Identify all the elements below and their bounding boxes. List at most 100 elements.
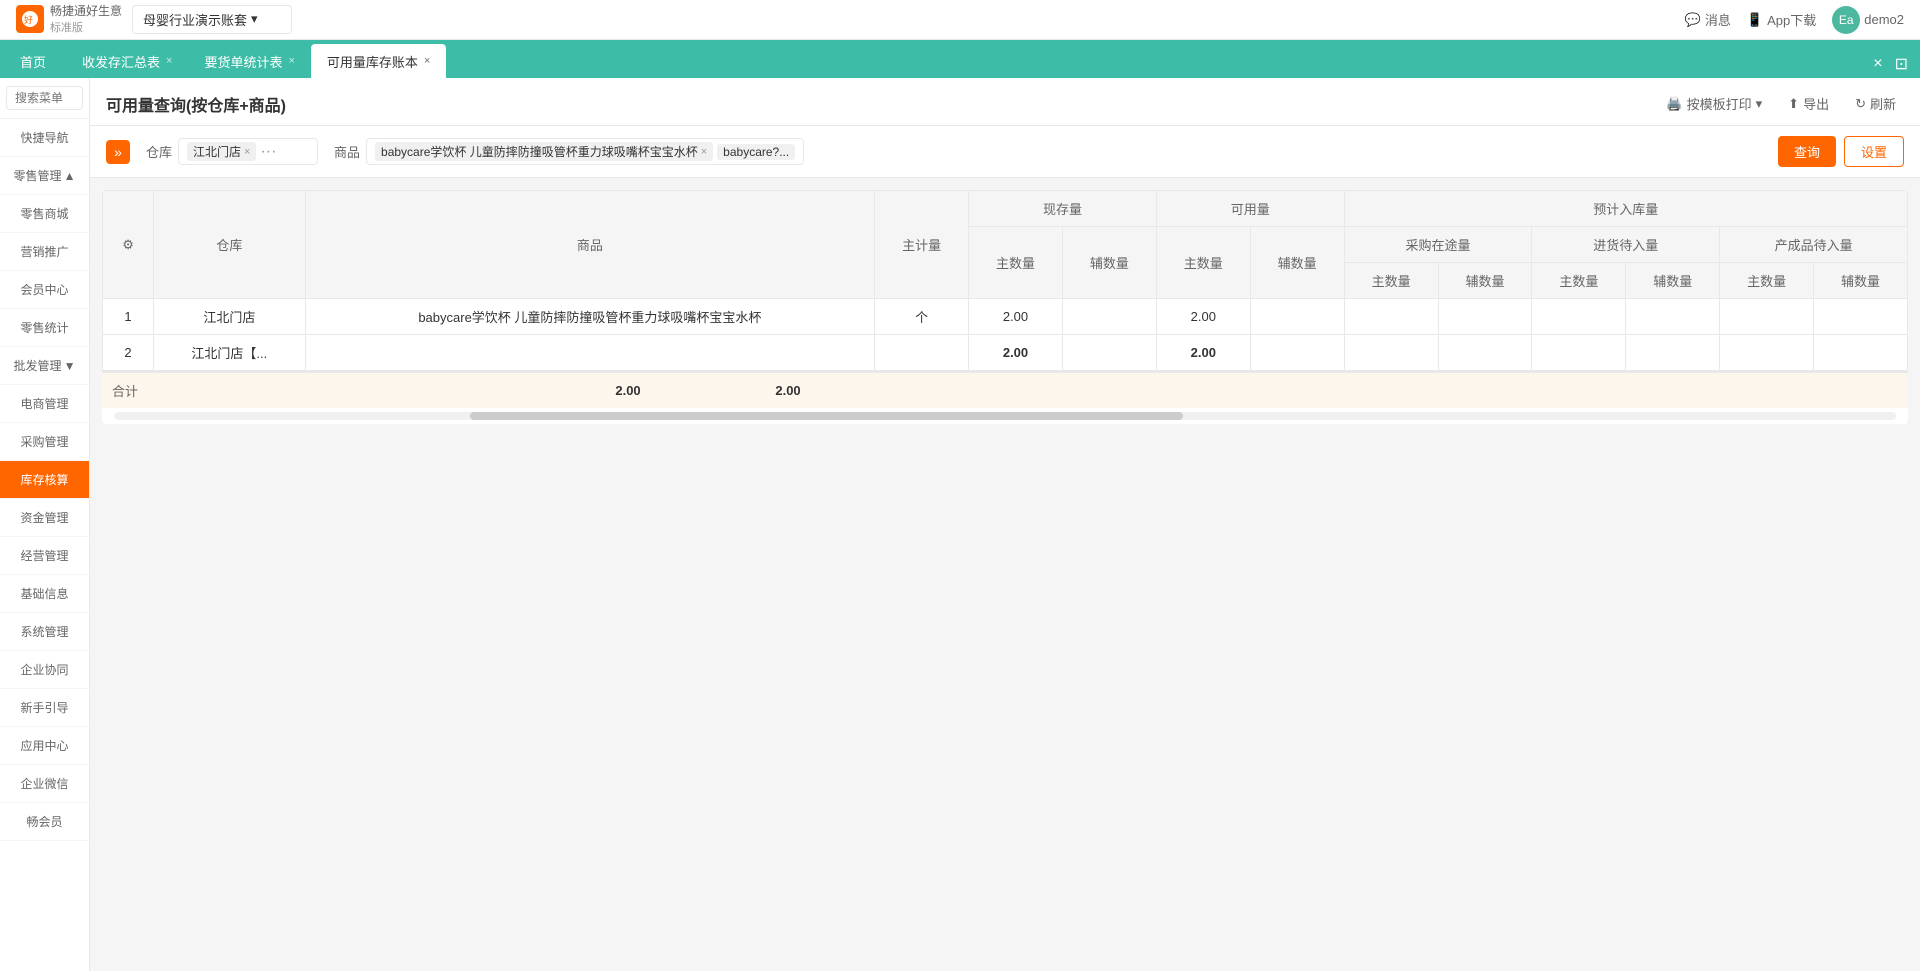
- sidebar-item-new-guide[interactable]: 新手引导: [0, 689, 89, 727]
- avatar: Ea: [1832, 6, 1860, 34]
- close-all-btn[interactable]: ×: [1869, 51, 1886, 77]
- row2-pp-main: [1532, 335, 1626, 371]
- footer-available-main: 2.00: [748, 383, 828, 398]
- warehouse-tag-label: 江北门店: [193, 143, 241, 160]
- th-product-pending: 产成品待入量: [1720, 227, 1908, 263]
- warehouse-label: 仓库: [146, 142, 172, 161]
- th-main-unit: 主计量: [875, 191, 969, 299]
- tab-home[interactable]: 首页: [0, 44, 66, 78]
- user-menu[interactable]: Ea demo2: [1832, 6, 1904, 34]
- restore-btn[interactable]: ⊡: [1891, 50, 1912, 78]
- logo-sub: 标准版: [50, 19, 122, 35]
- wholesale-label: 批发管理: [14, 357, 62, 374]
- export-btn[interactable]: ⬆ 导出: [1780, 90, 1837, 117]
- tab-receive-summary[interactable]: 收发存汇总表 ×: [66, 44, 188, 78]
- top-bar-right: 💬 消息 📱 App下载 Ea demo2: [1685, 6, 1904, 34]
- sidebar-item-retail-mgmt[interactable]: 零售管理 ▲: [0, 157, 89, 195]
- sidebar-item-app-center[interactable]: 应用中心: [0, 727, 89, 765]
- product-tag-babycare: babycare学饮杯 儿童防摔防撞吸管杯重力球吸嘴杯宝宝水杯 ×: [375, 142, 713, 161]
- sidebar-item-ecommerce[interactable]: 电商管理: [0, 385, 89, 423]
- basic-info-label: 基础信息: [20, 587, 68, 601]
- sidebar-item-quick-nav[interactable]: 快捷导航: [0, 119, 89, 157]
- wholesale-arrow: ▼: [64, 359, 76, 373]
- sidebar-item-marketing[interactable]: 营销推广: [0, 233, 89, 271]
- retail-mgmt-arrow: ▲: [64, 169, 76, 183]
- sidebar-item-enterprise-collab[interactable]: 企业协同: [0, 651, 89, 689]
- tab-order-close[interactable]: ×: [288, 55, 294, 67]
- warehouse-tags-input[interactable]: 江北门店 × ···: [178, 138, 318, 165]
- row2-warehouse: 江北门店【...: [154, 335, 306, 371]
- th-planned-inbound: 预计入库量: [1344, 191, 1907, 227]
- row1-current-aux: [1062, 299, 1156, 335]
- tab-order-stats[interactable]: 要货单统计表 ×: [188, 44, 310, 78]
- print-btn[interactable]: 🖨️ 按模板打印 ▾: [1658, 90, 1770, 117]
- warehouse-tag-close[interactable]: ×: [244, 146, 250, 158]
- product-tag-close[interactable]: ×: [701, 146, 707, 158]
- sidebar-item-inventory[interactable]: 库存核算: [0, 461, 89, 499]
- marketing-label: 营销推广: [20, 245, 68, 259]
- warehouse-more-dots[interactable]: ···: [260, 143, 276, 161]
- top-bar-left: 好 畅捷通好生意 标准版 母婴行业演示账套 ▾: [16, 4, 292, 34]
- query-btn[interactable]: 查询: [1778, 136, 1836, 167]
- sidebar-item-operations[interactable]: 经营管理: [0, 537, 89, 575]
- messages-btn[interactable]: 💬 消息: [1685, 10, 1731, 29]
- th-prod-aux: 辅数量: [1814, 263, 1908, 299]
- refresh-label: 刷新: [1870, 94, 1896, 113]
- product-tags-input[interactable]: babycare学饮杯 儿童防摔防撞吸管杯重力球吸嘴杯宝宝水杯 × babyca…: [366, 138, 804, 165]
- scrollbar-thumb[interactable]: [470, 412, 1183, 420]
- user-name: demo2: [1864, 12, 1904, 27]
- th-pp-main: 主数量: [1532, 263, 1626, 299]
- expand-filter-btn[interactable]: »: [106, 140, 130, 164]
- row1-prod-aux: [1814, 299, 1908, 335]
- member-label: 畅会员: [26, 815, 62, 829]
- purchase-mgmt-label: 采购管理: [20, 435, 68, 449]
- sidebar-item-retail-stats[interactable]: 零售统计: [0, 309, 89, 347]
- user-initials: Ea: [1839, 13, 1854, 27]
- app-download-btn[interactable]: 📱 App下载: [1747, 10, 1816, 29]
- table-area: ⚙ 仓库 商品 主计量 现存量 可用量 预计入库量 主数量 辅数量 主数量: [90, 178, 1920, 436]
- tab-available-inventory[interactable]: 可用量库存账本 ×: [311, 44, 446, 78]
- th-pp-aux: 辅数量: [1626, 263, 1720, 299]
- sidebar-item-purchase-mgmt[interactable]: 采购管理: [0, 423, 89, 461]
- product-tag2-label: babycare?...: [723, 145, 789, 159]
- row2-num: 2: [103, 335, 154, 371]
- th-avail-main: 主数量: [1156, 227, 1250, 299]
- tab-receive-close[interactable]: ×: [166, 55, 172, 67]
- main-layout: 快捷导航 零售管理 ▲ 零售商城 营销推广 会员中心 零售统计 批发管理 ▼ 电…: [0, 78, 1920, 971]
- sys-mgmt-label: 系统管理: [20, 625, 68, 639]
- sidebar-item-retail-mall[interactable]: 零售商城: [0, 195, 89, 233]
- org-name: 母婴行业演示账套: [143, 10, 247, 29]
- finance-label: 资金管理: [20, 511, 68, 525]
- sidebar-item-finance[interactable]: 资金管理: [0, 499, 89, 537]
- sidebar-item-enterprise-wechat[interactable]: 企业微信: [0, 765, 89, 803]
- org-selector[interactable]: 母婴行业演示账套 ▾: [132, 5, 292, 34]
- refresh-btn[interactable]: ↻ 刷新: [1847, 90, 1904, 117]
- footer-current-main: 2.00: [588, 383, 668, 398]
- page-title: 可用量查询(按仓库+商品): [106, 92, 286, 116]
- tab-available-close[interactable]: ×: [424, 55, 430, 67]
- enterprise-collab-label: 企业协同: [20, 663, 68, 677]
- th-settings: ⚙: [103, 191, 154, 299]
- row1-pp-main: [1532, 299, 1626, 335]
- enterprise-wechat-label: 企业微信: [20, 777, 68, 791]
- logo-icon: 好: [16, 5, 44, 33]
- page-header-actions: 🖨️ 按模板打印 ▾ ⬆ 导出 ↻ 刷新: [1658, 90, 1904, 117]
- sidebar-item-wholesale-mgmt[interactable]: 批发管理 ▼: [0, 347, 89, 385]
- table-footer: 合计 2.00 2.00: [102, 371, 1908, 408]
- row1-pp-aux: [1626, 299, 1720, 335]
- settings-btn[interactable]: 设置: [1844, 136, 1904, 167]
- sidebar-item-sys-mgmt[interactable]: 系统管理: [0, 613, 89, 651]
- filter-bar: » 仓库 江北门店 × ··· 商品 babycare学饮杯 儿童防摔防撞吸管杯…: [90, 126, 1920, 178]
- export-icon: ⬆: [1788, 96, 1799, 112]
- logo-text: 畅捷通好生意: [50, 4, 122, 18]
- table-row: 2 江北门店【... 2.00 2.00: [103, 335, 1908, 371]
- warehouse-filter: 仓库 江北门店 × ···: [146, 138, 318, 165]
- print-chevron: ▾: [1756, 96, 1763, 112]
- ecommerce-label: 电商管理: [20, 397, 68, 411]
- th-available: 可用量: [1156, 191, 1344, 227]
- horizontal-scrollbar[interactable]: [114, 412, 1896, 420]
- sidebar-item-member-center[interactable]: 会员中心: [0, 271, 89, 309]
- search-input[interactable]: [6, 86, 83, 110]
- sidebar-item-member[interactable]: 畅会员: [0, 803, 89, 841]
- sidebar-item-basic-info[interactable]: 基础信息: [0, 575, 89, 613]
